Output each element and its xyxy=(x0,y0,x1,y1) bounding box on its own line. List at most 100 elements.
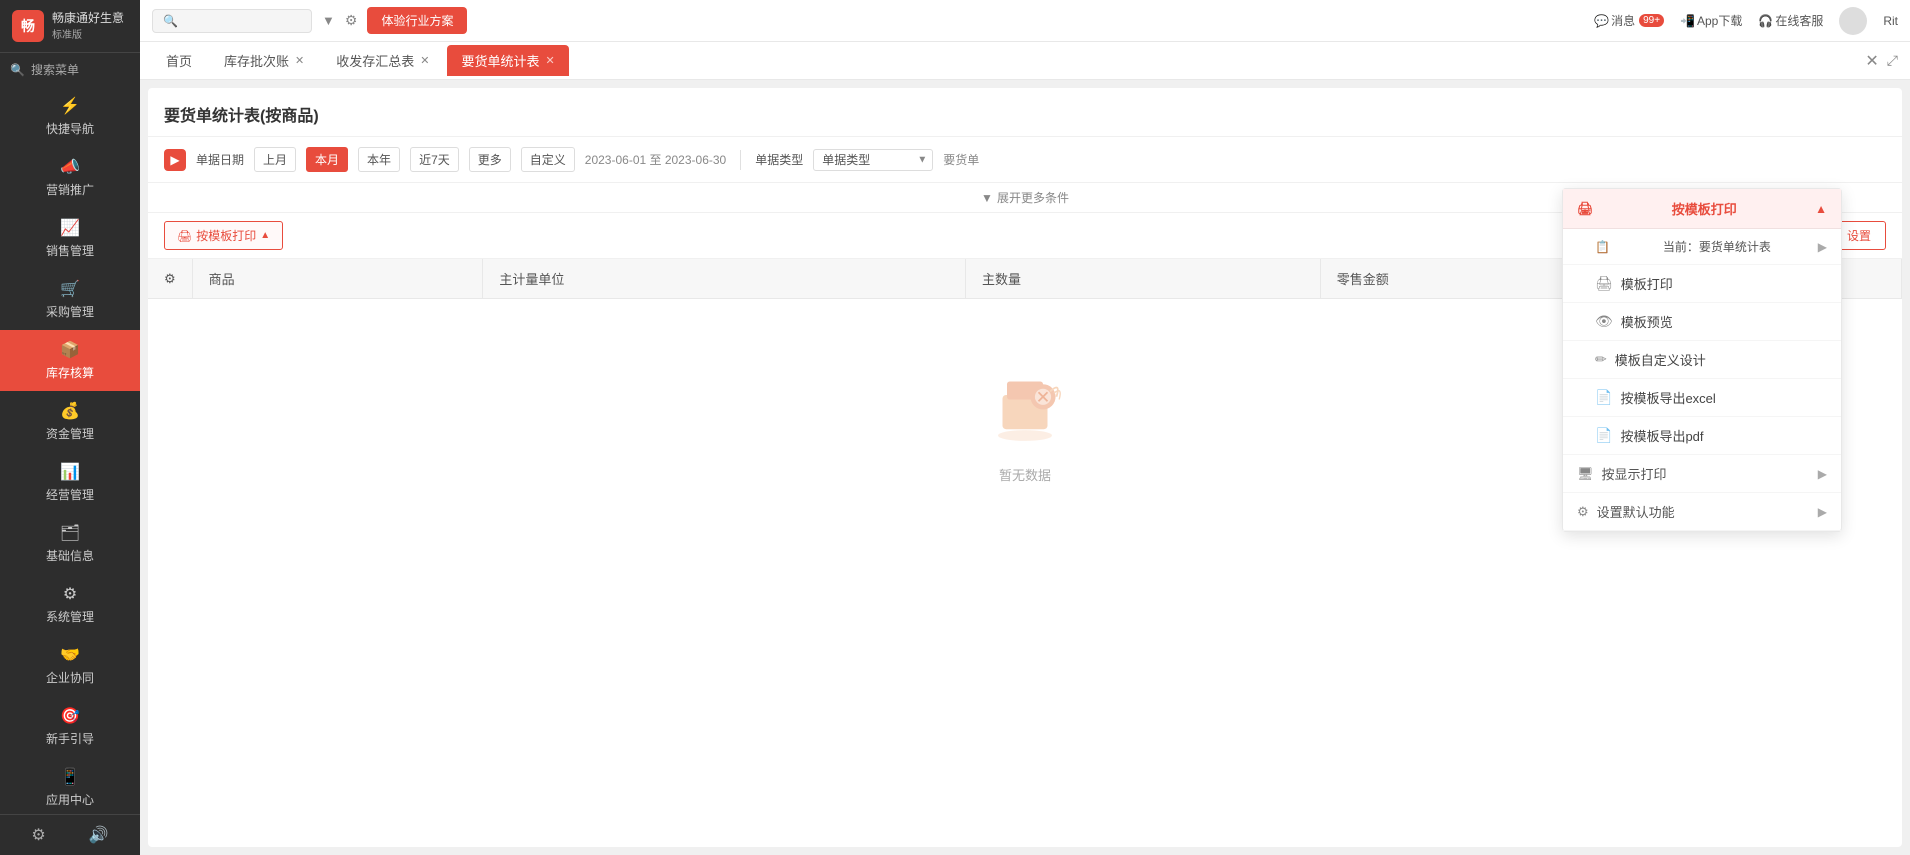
dropdown-item-template-preview[interactable]: 👁 模板预览 xyxy=(1563,303,1841,341)
tab-order-stat-close[interactable]: ✕ xyxy=(546,54,555,67)
tabs-expand-button[interactable]: ⤢ xyxy=(1887,52,1898,69)
message-label: 消息 xyxy=(1611,12,1635,29)
sidebar-item-enterprise[interactable]: 🤝 企业协同 xyxy=(0,635,140,696)
tabs-bar: 首页 库存批次账 ✕ 收发存汇总表 ✕ 要货单统计表 ✕ ✕ ⤢ xyxy=(140,42,1910,80)
dropdown-item-template-excel[interactable]: 📄 按模板导出excel xyxy=(1563,379,1841,417)
trial-button[interactable]: 体验行业方案 xyxy=(367,7,467,34)
tab-order-stat-label: 要货单统计表 xyxy=(461,51,539,70)
date-btn-this-month[interactable]: 本月 xyxy=(306,147,348,172)
print-button[interactable]: 🖨 按模板打印 ▲ xyxy=(164,221,283,250)
sidebar-item-marketing[interactable]: 📣 营销推广 xyxy=(0,147,140,208)
tab-collect-close[interactable]: ✕ xyxy=(420,54,429,67)
date-btn-custom[interactable]: 自定义 xyxy=(521,147,575,172)
type-filter-label: 单据类型 xyxy=(755,151,803,168)
topbar: 🔍 ▼ ⚙ 体验行业方案 💬 消息 99+ 📲 App下载 🎧 在线客服 Rit xyxy=(140,0,1910,42)
current-arrow-icon: ▶ xyxy=(1818,240,1827,254)
settings-footer-icon[interactable]: ⚙ xyxy=(31,825,45,845)
type-select[interactable]: 单据类型 xyxy=(813,149,933,171)
date-filter-label: 单据日期 xyxy=(196,151,244,168)
template-print-label: 模板打印 xyxy=(1621,274,1673,293)
sidebar-item-label: 企业协同 xyxy=(46,669,94,686)
inventory-icon: 📦 xyxy=(60,340,80,360)
sidebar-footer: ⚙ 🔊 xyxy=(0,814,140,855)
expand-more-icon: ▼ xyxy=(981,191,993,205)
date-btn-more[interactable]: 更多 xyxy=(469,147,511,172)
sidebar-item-basic[interactable]: 🗂 基础信息 xyxy=(0,513,140,574)
sidebar-item-operation[interactable]: 📊 经营管理 xyxy=(0,452,140,513)
logo-icon: 畅 xyxy=(12,10,44,42)
filter-divider xyxy=(740,150,741,170)
print-dropdown-menu: 🖨 按模板打印 ▲ 📋 当前：要货单统计表 ▶ 🖨 模板打印 👁 模板预览 ✏ … xyxy=(1562,188,1842,532)
speaker-footer-icon[interactable]: 🔊 xyxy=(89,825,109,845)
topbar-gear-icon[interactable]: ⚙ xyxy=(345,12,358,29)
message-icon: 💬 xyxy=(1594,14,1609,28)
search-menu[interactable]: 🔍 搜索菜单 xyxy=(0,53,140,86)
col-unit: 主计量单位 xyxy=(483,259,966,299)
dropdown-item-template-pdf[interactable]: 📄 按模板导出pdf xyxy=(1563,417,1841,455)
search-menu-label: 搜索菜单 xyxy=(31,61,79,78)
topbar-dropdown-icon[interactable]: ▼ xyxy=(322,13,335,28)
tab-order-stat[interactable]: 要货单统计表 ✕ xyxy=(447,45,568,76)
user-name: Rit xyxy=(1883,14,1898,28)
system-icon: ⚙ xyxy=(63,584,77,604)
tab-collect[interactable]: 收发存汇总表 ✕ xyxy=(322,45,443,76)
online-service-item[interactable]: 🎧 在线客服 xyxy=(1758,12,1823,29)
col-settings[interactable]: ⚙ xyxy=(148,259,192,299)
dropdown-collapse-arrow[interactable]: ▲ xyxy=(1815,202,1827,216)
operation-icon: 📊 xyxy=(60,462,80,482)
set-default-label: 设置默认功能 xyxy=(1597,502,1675,521)
dropdown-item-template-custom[interactable]: ✏ 模板自定义设计 xyxy=(1563,341,1841,379)
sidebar-item-label: 经营管理 xyxy=(46,486,94,503)
sidebar-item-appcenter[interactable]: 📱 应用中心 xyxy=(0,757,140,814)
print-arrow-icon: ▲ xyxy=(260,230,270,241)
date-btn-this-year[interactable]: 本年 xyxy=(358,147,400,172)
sidebar-logo: 畅 畅康通好生意 标准版 xyxy=(0,0,140,53)
app-download-item[interactable]: 📲 App下载 xyxy=(1680,12,1742,29)
expand-more-label: 展开更多条件 xyxy=(997,189,1069,206)
search-icon: 🔍 xyxy=(10,63,25,77)
sidebar-item-newguide[interactable]: 🎯 新手引导 xyxy=(0,696,140,757)
topbar-search[interactable]: 🔍 xyxy=(152,9,312,33)
basic-icon: 🗂 xyxy=(60,523,80,543)
sidebar-item-sales[interactable]: 📈 销售管理 xyxy=(0,208,140,269)
app-download-label: App下载 xyxy=(1697,12,1742,29)
print-icon: 🖨 xyxy=(177,229,192,243)
empty-text: 暂无数据 xyxy=(999,465,1051,484)
app-download-icon: 📲 xyxy=(1680,14,1695,28)
sidebar-item-shortcut[interactable]: ⚡ 快捷导航 xyxy=(0,86,140,147)
sidebar-item-system[interactable]: ⚙ 系统管理 xyxy=(0,574,140,635)
tab-home[interactable]: 首页 xyxy=(152,45,206,76)
main-area: 🔍 ▼ ⚙ 体验行业方案 💬 消息 99+ 📲 App下载 🎧 在线客服 Rit xyxy=(140,0,1910,855)
sidebar-item-purchase[interactable]: 🛒 采购管理 xyxy=(0,269,140,330)
date-btn-7days[interactable]: 近7天 xyxy=(410,147,459,172)
page-title: 要货单统计表(按商品) xyxy=(148,88,1902,137)
online-service-icon: 🎧 xyxy=(1758,14,1773,28)
dropdown-item-template-print[interactable]: 🖨 模板打印 xyxy=(1563,265,1841,303)
date-btn-last-month[interactable]: 上月 xyxy=(254,147,296,172)
template-pdf-icon: 📄 xyxy=(1595,427,1612,444)
dropdown-current-label[interactable]: 📋 当前：要货单统计表 ▶ xyxy=(1563,229,1841,265)
tab-batch-close[interactable]: ✕ xyxy=(295,54,304,67)
online-service-label: 在线客服 xyxy=(1775,12,1823,29)
sidebar-item-label: 营销推广 xyxy=(46,181,94,198)
sidebar-item-finance[interactable]: 💰 资金管理 xyxy=(0,391,140,452)
dropdown-section-set-default[interactable]: ⚙ 设置默认功能 ▶ xyxy=(1563,493,1841,531)
enterprise-icon: 🤝 xyxy=(60,645,80,665)
tab-batch[interactable]: 库存批次账 ✕ xyxy=(210,45,318,76)
dropdown-header[interactable]: 🖨 按模板打印 ▲ xyxy=(1563,189,1841,229)
purchase-icon: 🛒 xyxy=(60,279,80,299)
sidebar-item-inventory[interactable]: 📦 库存核算 xyxy=(0,330,140,391)
user-avatar[interactable] xyxy=(1839,7,1867,35)
template-print-icon: 🖨 xyxy=(1595,275,1613,292)
topbar-actions: 💬 消息 99+ 📲 App下载 🎧 在线客服 Rit xyxy=(1594,7,1898,35)
sidebar-item-label: 系统管理 xyxy=(46,608,94,625)
tabs-close-all-button[interactable]: ✕ xyxy=(1865,51,1878,71)
sidebar-item-label: 采购管理 xyxy=(46,303,94,320)
dropdown-section-display-print[interactable]: 🖥 按显示打印 ▶ xyxy=(1563,455,1841,493)
template-preview-label: 模板预览 xyxy=(1621,312,1673,331)
newguide-icon: 🎯 xyxy=(60,706,80,726)
display-print-arrow: ▶ xyxy=(1818,467,1827,481)
col-qty: 主数量 xyxy=(966,259,1321,299)
message-item[interactable]: 💬 消息 99+ xyxy=(1594,12,1664,29)
filter-expand-arrow[interactable]: ▶ xyxy=(164,149,186,171)
